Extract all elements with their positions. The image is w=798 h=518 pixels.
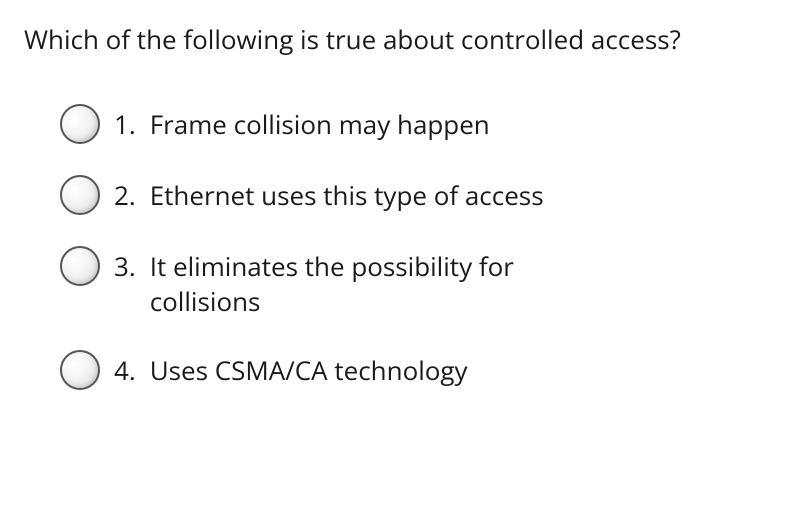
- option-number: 2.: [114, 178, 136, 213]
- option-text: It eliminates the possibility for collis…: [150, 249, 610, 319]
- option-text: Ethernet uses this type of access: [150, 178, 544, 213]
- options-container: 1. Frame collision may happen 2. Etherne…: [24, 107, 774, 390]
- option-row: 2. Ethernet uses this type of access: [60, 178, 774, 215]
- option-row: 3. It eliminates the possibility for col…: [60, 249, 774, 319]
- radio-button-2[interactable]: [60, 175, 100, 215]
- option-text: Frame collision may happen: [150, 107, 490, 142]
- option-number: 4.: [114, 353, 136, 388]
- option-row: 4. Uses CSMA/CA technology: [60, 353, 774, 390]
- option-number: 3.: [114, 249, 136, 284]
- question-text: Which of the following is true about con…: [24, 20, 774, 59]
- option-row: 1. Frame collision may happen: [60, 107, 774, 144]
- option-number: 1.: [114, 107, 136, 142]
- option-text: Uses CSMA/CA technology: [150, 353, 468, 388]
- radio-button-4[interactable]: [60, 350, 100, 390]
- radio-button-1[interactable]: [60, 104, 100, 144]
- radio-button-3[interactable]: [60, 246, 100, 286]
